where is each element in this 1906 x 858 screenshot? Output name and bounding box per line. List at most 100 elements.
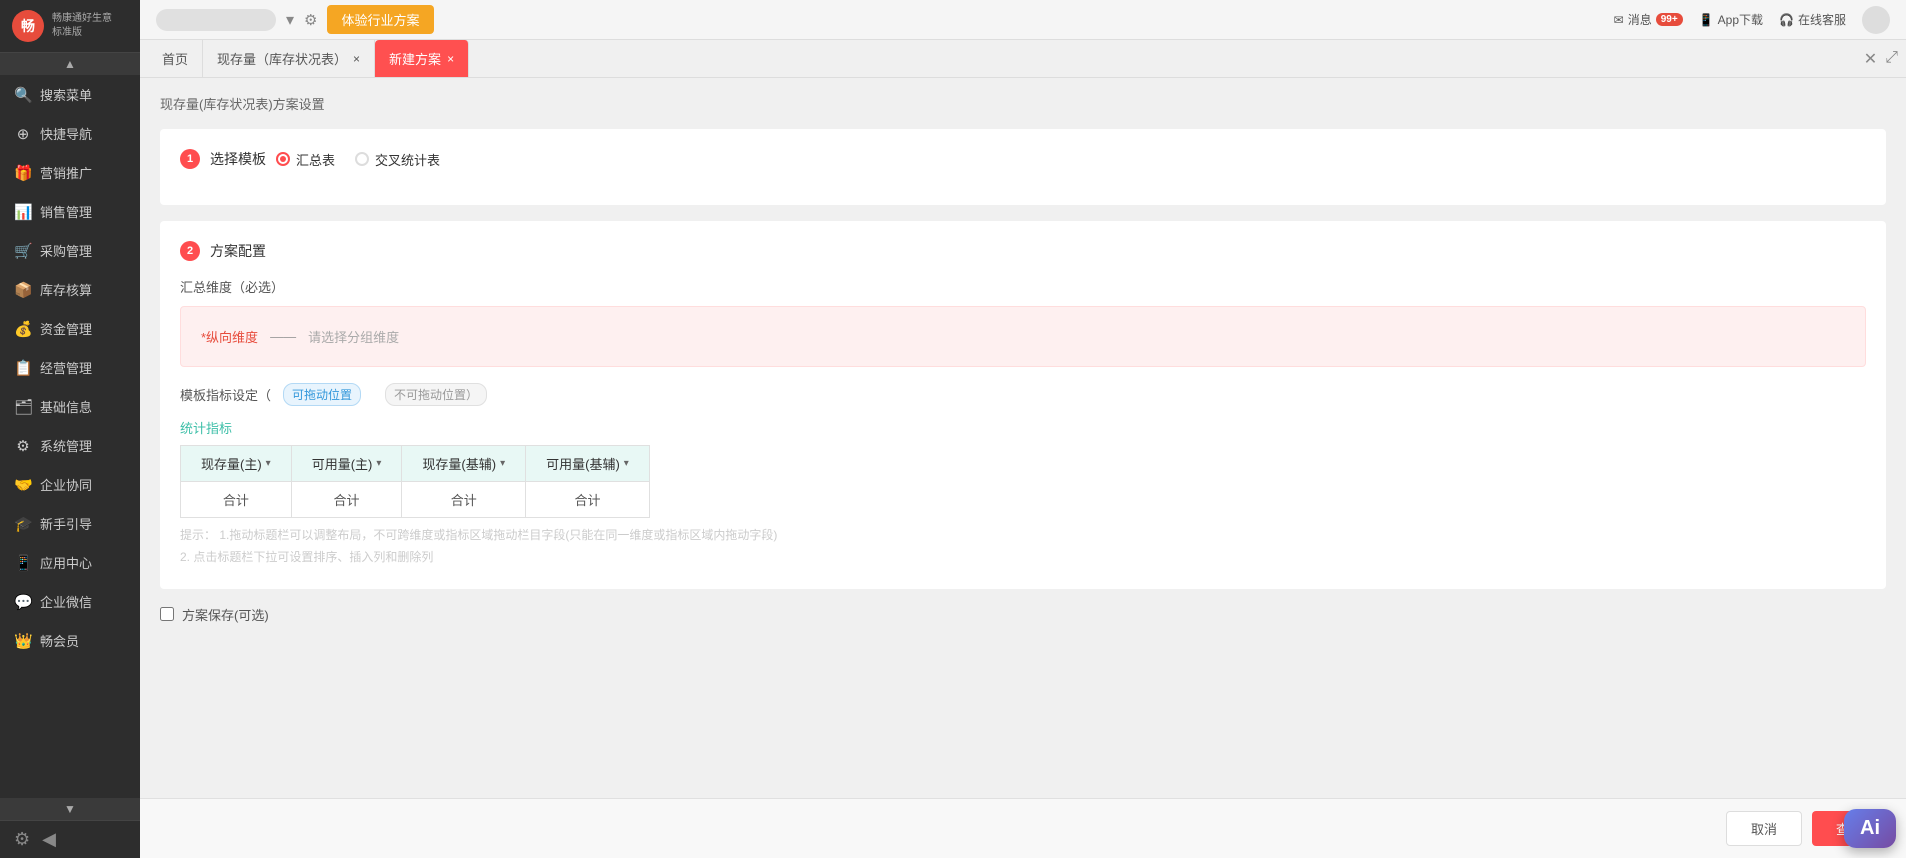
cancel-button[interactable]: 取消 [1726, 811, 1802, 846]
settings-icon[interactable]: ⚙ [14, 829, 30, 850]
footer-bar: 取消 查询 [140, 798, 1906, 858]
dimension-area[interactable]: *纵向维度 —— 请选择分组维度 [180, 306, 1866, 367]
member-icon: 👑 [14, 632, 32, 650]
step1-header: 1 选择模板 汇总表 交叉统计表 [180, 149, 1866, 169]
finance-icon: 💰 [14, 320, 32, 338]
cell-0-3: 合计 [526, 482, 650, 518]
tab-home[interactable]: 首页 [148, 40, 203, 77]
tab-expand-icon[interactable]: ⤢ [1885, 49, 1898, 69]
step1-title: 选择模板 [210, 149, 266, 169]
sidebar-footer: ⚙ ◀ [0, 820, 140, 858]
col-header-1[interactable]: 可用量(主) ▾ [291, 446, 402, 482]
sidebar-item-inventory[interactable]: 📦 库存核算 [0, 270, 140, 309]
sidebar-scroll-down[interactable]: ▼ [0, 798, 140, 820]
save-checkbox[interactable] [160, 607, 174, 621]
search-icon: 🔍 [14, 86, 32, 104]
tab-inventory-close[interactable]: × [353, 52, 360, 66]
cell-0-0: 合计 [181, 482, 292, 518]
chevron-1: ▾ [376, 458, 381, 469]
tabs-actions: ✕ ⤢ [1864, 49, 1906, 69]
sidebar-item-business[interactable]: 📋 经营管理 [0, 348, 140, 387]
content-area: 现存量(库存状况表)方案设置 1 选择模板 汇总表 交叉统计表 [140, 78, 1906, 798]
fixed-tag: 不可拖动位置） [385, 383, 487, 406]
topbar-dropdown-icon[interactable]: ▾ [286, 10, 294, 30]
basic-icon: 🗂 [14, 398, 32, 416]
wechat-icon: 💬 [14, 593, 32, 611]
sidebar-item-nav[interactable]: ⊕ 快捷导航 [0, 114, 140, 153]
message-button[interactable]: ✉ 消息 99+ [1614, 11, 1683, 28]
app-logo: 畅 畅康通好生意 标准版 [0, 0, 140, 53]
purchase-icon: 🛒 [14, 242, 32, 260]
tab-close-icon[interactable]: ✕ [1864, 49, 1877, 69]
sidebar-item-finance[interactable]: 💰 资金管理 [0, 309, 140, 348]
step2-title: 方案配置 [210, 241, 266, 261]
inventory-icon: 📦 [14, 281, 32, 299]
logo-icon: 畅 [12, 10, 44, 42]
sidebar-toggle-icon[interactable]: ◀ [42, 829, 56, 850]
cell-0-2: 合计 [402, 482, 526, 518]
step2-panel: 2 方案配置 汇总维度（必选） *纵向维度 —— 请选择分组维度 模板指标设定（… [160, 221, 1886, 589]
col-header-3[interactable]: 可用量(基辅) ▾ [526, 446, 650, 482]
step1-number: 1 [180, 149, 200, 169]
sidebar: 畅 畅康通好生意 标准版 ▲ 🔍 搜索菜单 ⊕ 快捷导航 🎁 营销推广 📊 销售… [0, 0, 140, 858]
dimension-placeholder: 请选择分组维度 [308, 327, 399, 346]
template-radio-group: 汇总表 交叉统计表 [276, 150, 440, 169]
indicator-settings-label: 模板指标设定（ [180, 385, 271, 404]
sidebar-item-system[interactable]: ⚙ 系统管理 [0, 426, 140, 465]
message-badge: 99+ [1656, 13, 1683, 26]
step1-panel: 1 选择模板 汇总表 交叉统计表 [160, 129, 1886, 205]
online-service-button[interactable]: 🎧 在线客服 [1779, 11, 1846, 28]
tab-new-plan[interactable]: 新建方案 × [375, 40, 469, 77]
dimension-row: *纵向维度 —— 请选择分组维度 [201, 327, 1845, 346]
main-area: ▾ ⚙ 体验行业方案 ✉ 消息 99+ 📱 App下载 🎧 在线客服 首页 [140, 0, 1906, 858]
sidebar-item-member[interactable]: 👑 畅会员 [0, 621, 140, 660]
step2-header: 2 方案配置 [180, 241, 1866, 261]
marketing-icon: 🎁 [14, 164, 32, 182]
sidebar-item-enterprise[interactable]: 🤝 企业协同 [0, 465, 140, 504]
sidebar-item-search[interactable]: 🔍 搜索菜单 [0, 75, 140, 114]
sidebar-nav: 🔍 搜索菜单 ⊕ 快捷导航 🎁 营销推广 📊 销售管理 🛒 采购管理 📦 库存核… [0, 75, 140, 798]
app-download-button[interactable]: 📱 App下载 [1699, 11, 1763, 28]
sidebar-item-basic[interactable]: 🗂 基础信息 [0, 387, 140, 426]
radio-cross-circle [355, 152, 369, 166]
stats-table: 现存量(主) ▾ 可用量(主) ▾ 现存量(基辅 [180, 445, 650, 518]
topbar-left: ▾ ⚙ 体验行业方案 [156, 5, 434, 34]
sidebar-item-newbie[interactable]: 🎓 新手引导 [0, 504, 140, 543]
phone-icon: 📱 [1699, 13, 1714, 27]
step2-number: 2 [180, 241, 200, 261]
sidebar-item-apps[interactable]: 📱 应用中心 [0, 543, 140, 582]
logo-text: 畅康通好生意 标准版 [52, 12, 112, 40]
tips-section: 提示： 1.拖动标题栏可以调整布局，不可跨维度或指标区域拖动栏目字段(只能在同一… [180, 526, 1866, 569]
user-avatar[interactable] [1862, 6, 1890, 34]
chevron-2: ▾ [500, 458, 505, 469]
radio-cross[interactable]: 交叉统计表 [355, 150, 440, 169]
sidebar-item-purchase[interactable]: 🛒 采购管理 [0, 231, 140, 270]
sidebar-scroll-up[interactable]: ▲ [0, 53, 140, 75]
dimension-separator: —— [270, 329, 296, 344]
ai-float-button[interactable]: Ai [1844, 809, 1896, 848]
chevron-3: ▾ [624, 458, 629, 469]
business-icon: 📋 [14, 359, 32, 377]
page-title: 现存量(库存状况表)方案设置 [160, 94, 1886, 113]
sidebar-item-wechat[interactable]: 💬 企业微信 [0, 582, 140, 621]
topbar-search-input[interactable] [156, 9, 276, 31]
tab-inventory[interactable]: 现存量（库存状况表） × [203, 40, 375, 77]
col-header-2[interactable]: 现存量(基辅) ▾ [402, 446, 526, 482]
headset-icon: 🎧 [1779, 13, 1794, 27]
tab-new-plan-close[interactable]: × [447, 52, 454, 66]
col-header-0[interactable]: 现存量(主) ▾ [181, 446, 292, 482]
dimension-section-title: 汇总维度（必选） [180, 277, 1866, 296]
cell-0-1: 合计 [291, 482, 402, 518]
sidebar-item-sales[interactable]: 📊 销售管理 [0, 192, 140, 231]
save-option-label: 方案保存(可选) [182, 605, 269, 624]
system-icon: ⚙ [14, 437, 32, 455]
radio-summary[interactable]: 汇总表 [276, 150, 335, 169]
message-icon: ✉ [1614, 13, 1624, 27]
topbar-gear-icon[interactable]: ⚙ [304, 11, 317, 29]
trial-plan-button[interactable]: 体验行业方案 [327, 5, 433, 34]
chevron-0: ▾ [266, 458, 271, 469]
topbar-right: ✉ 消息 99+ 📱 App下载 🎧 在线客服 [1614, 6, 1890, 34]
sidebar-item-marketing[interactable]: 🎁 营销推广 [0, 153, 140, 192]
tips-text-2: 2. 点击标题栏下拉可设置排序、插入列和删除列 [180, 547, 1866, 569]
save-option-row: 方案保存(可选) [160, 605, 1886, 624]
